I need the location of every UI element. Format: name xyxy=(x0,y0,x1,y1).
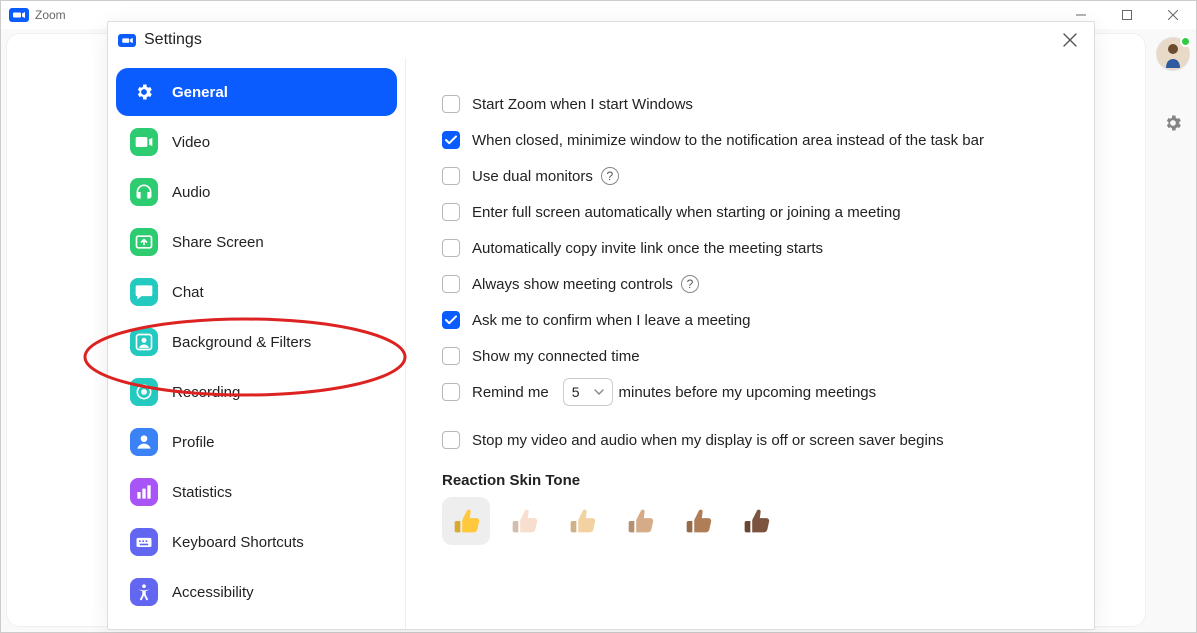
share-icon xyxy=(130,228,158,256)
maximize-button[interactable] xyxy=(1104,1,1150,29)
sidebar-item-keyboard-shortcuts[interactable]: Keyboard Shortcuts xyxy=(116,518,397,566)
sidebar-item-profile[interactable]: Profile xyxy=(116,418,397,466)
remind-prefix: Remind me xyxy=(472,384,549,401)
option-label: Use dual monitors xyxy=(472,168,593,185)
remind-suffix: minutes before my upcoming meetings xyxy=(619,384,877,401)
skin-tone-option[interactable] xyxy=(674,497,722,545)
skin-tone-option[interactable] xyxy=(616,497,664,545)
sidebar-item-background-filters[interactable]: Background & Filters xyxy=(116,318,397,366)
help-icon[interactable]: ? xyxy=(601,167,619,185)
option-label: Stop my video and audio when my display … xyxy=(472,432,944,449)
option-label: Automatically copy invite link once the … xyxy=(472,240,823,257)
checkbox[interactable] xyxy=(442,311,460,329)
option-row: When closed, minimize window to the noti… xyxy=(442,122,1062,158)
settings-titlebar: Settings xyxy=(108,22,1094,58)
thumbs-up-icon xyxy=(623,504,657,538)
sidebar-item-accessibility[interactable]: Accessibility xyxy=(116,568,397,616)
sidebar-item-label: Audio xyxy=(172,184,210,201)
option-label: Start Zoom when I start Windows xyxy=(472,96,693,113)
checkbox[interactable] xyxy=(442,131,460,149)
skin-tone-option[interactable] xyxy=(732,497,780,545)
option-row: Show my connected time xyxy=(442,338,1062,374)
main-right-toolbar xyxy=(1156,37,1190,135)
sidebar-item-label: Chat xyxy=(172,284,204,301)
sidebar-item-recording[interactable]: Recording xyxy=(116,368,397,416)
remind-minutes-select[interactable]: 5 xyxy=(563,378,613,406)
keyboard-icon xyxy=(130,528,158,556)
close-settings-button[interactable] xyxy=(1056,26,1084,54)
option-label: When closed, minimize window to the noti… xyxy=(472,132,984,149)
sidebar-item-statistics[interactable]: Statistics xyxy=(116,468,397,516)
option-label: Always show meeting controls xyxy=(472,276,673,293)
option-row: Use dual monitors? xyxy=(442,158,1062,194)
settings-panel-general: Start Zoom when I start Windows When clos… xyxy=(406,58,1094,629)
checkbox[interactable] xyxy=(442,275,460,293)
thumbs-up-icon xyxy=(565,504,599,538)
avatar-container[interactable] xyxy=(1156,37,1190,71)
chat-icon xyxy=(130,278,158,306)
option-row-remind-me: Remind me 5 minutes before my upcoming mee… xyxy=(442,374,1062,410)
video-icon xyxy=(130,128,158,156)
checkbox[interactable] xyxy=(442,167,460,185)
help-icon[interactable]: ? xyxy=(681,275,699,293)
skin-tone-option[interactable] xyxy=(442,497,490,545)
skin-tone-row xyxy=(442,497,1062,545)
skin-tone-option[interactable] xyxy=(558,497,606,545)
sidebar-item-chat[interactable]: Chat xyxy=(116,268,397,316)
sidebar-item-video[interactable]: Video xyxy=(116,118,397,166)
option-row: Ask me to confirm when I leave a meeting xyxy=(442,302,1062,338)
option-row: Automatically copy invite link once the … xyxy=(442,230,1062,266)
headphones-icon xyxy=(130,178,158,206)
option-label: Enter full screen automatically when sta… xyxy=(472,204,901,221)
checkbox[interactable] xyxy=(442,95,460,113)
sidebar-item-label: Accessibility xyxy=(172,584,254,601)
reaction-skin-tone-title: Reaction Skin Tone xyxy=(442,472,1062,489)
thumbs-up-icon xyxy=(449,504,483,538)
checkbox[interactable] xyxy=(442,383,460,401)
sidebar-item-share-screen[interactable]: Share Screen xyxy=(116,218,397,266)
sidebar-item-label: Share Screen xyxy=(172,234,264,251)
sidebar-item-label: Background & Filters xyxy=(172,334,311,351)
main-window-title: Zoom xyxy=(35,8,66,22)
chevron-down-icon xyxy=(594,389,604,395)
option-row: Enter full screen automatically when sta… xyxy=(442,194,1062,230)
settings-body: General Video Audio Share Screen Chat Ba… xyxy=(108,58,1094,629)
person-icon xyxy=(130,328,158,356)
option-label: Ask me to confirm when I leave a meeting xyxy=(472,312,750,329)
option-row: Always show meeting controls? xyxy=(442,266,1062,302)
thumbs-up-icon xyxy=(681,504,715,538)
option-row: Start Zoom when I start Windows xyxy=(442,86,1062,122)
option-row-stop-video: Stop my video and audio when my display … xyxy=(442,422,1062,458)
zoom-logo-icon xyxy=(9,8,29,22)
close-main-button[interactable] xyxy=(1150,1,1196,29)
remind-value: 5 xyxy=(572,384,580,400)
settings-sidebar: General Video Audio Share Screen Chat Ba… xyxy=(108,58,406,629)
sidebar-item-label: General xyxy=(172,84,228,101)
option-label: Show my connected time xyxy=(472,348,640,365)
settings-title: Settings xyxy=(144,31,202,49)
sidebar-item-label: Video xyxy=(172,134,210,151)
sidebar-item-audio[interactable]: Audio xyxy=(116,168,397,216)
sidebar-item-label: Keyboard Shortcuts xyxy=(172,534,304,551)
checkbox[interactable] xyxy=(442,203,460,221)
settings-modal: Settings General Video Audio Share Scree… xyxy=(107,21,1095,630)
accessibility-icon xyxy=(130,578,158,606)
thumbs-up-icon xyxy=(739,504,773,538)
sidebar-item-label: Statistics xyxy=(172,484,232,501)
checkbox[interactable] xyxy=(442,239,460,257)
main-settings-gear-button[interactable] xyxy=(1161,111,1185,135)
gear-icon xyxy=(130,78,158,106)
sidebar-item-label: Recording xyxy=(172,384,240,401)
record-icon xyxy=(130,378,158,406)
zoom-logo-icon xyxy=(118,34,136,47)
profile-icon xyxy=(130,428,158,456)
sidebar-item-general[interactable]: General xyxy=(116,68,397,116)
sidebar-item-label: Profile xyxy=(172,434,215,451)
checkbox[interactable] xyxy=(442,347,460,365)
skin-tone-option[interactable] xyxy=(500,497,548,545)
stats-icon xyxy=(130,478,158,506)
presence-dot-icon xyxy=(1180,36,1191,47)
checkbox[interactable] xyxy=(442,431,460,449)
thumbs-up-icon xyxy=(507,504,541,538)
